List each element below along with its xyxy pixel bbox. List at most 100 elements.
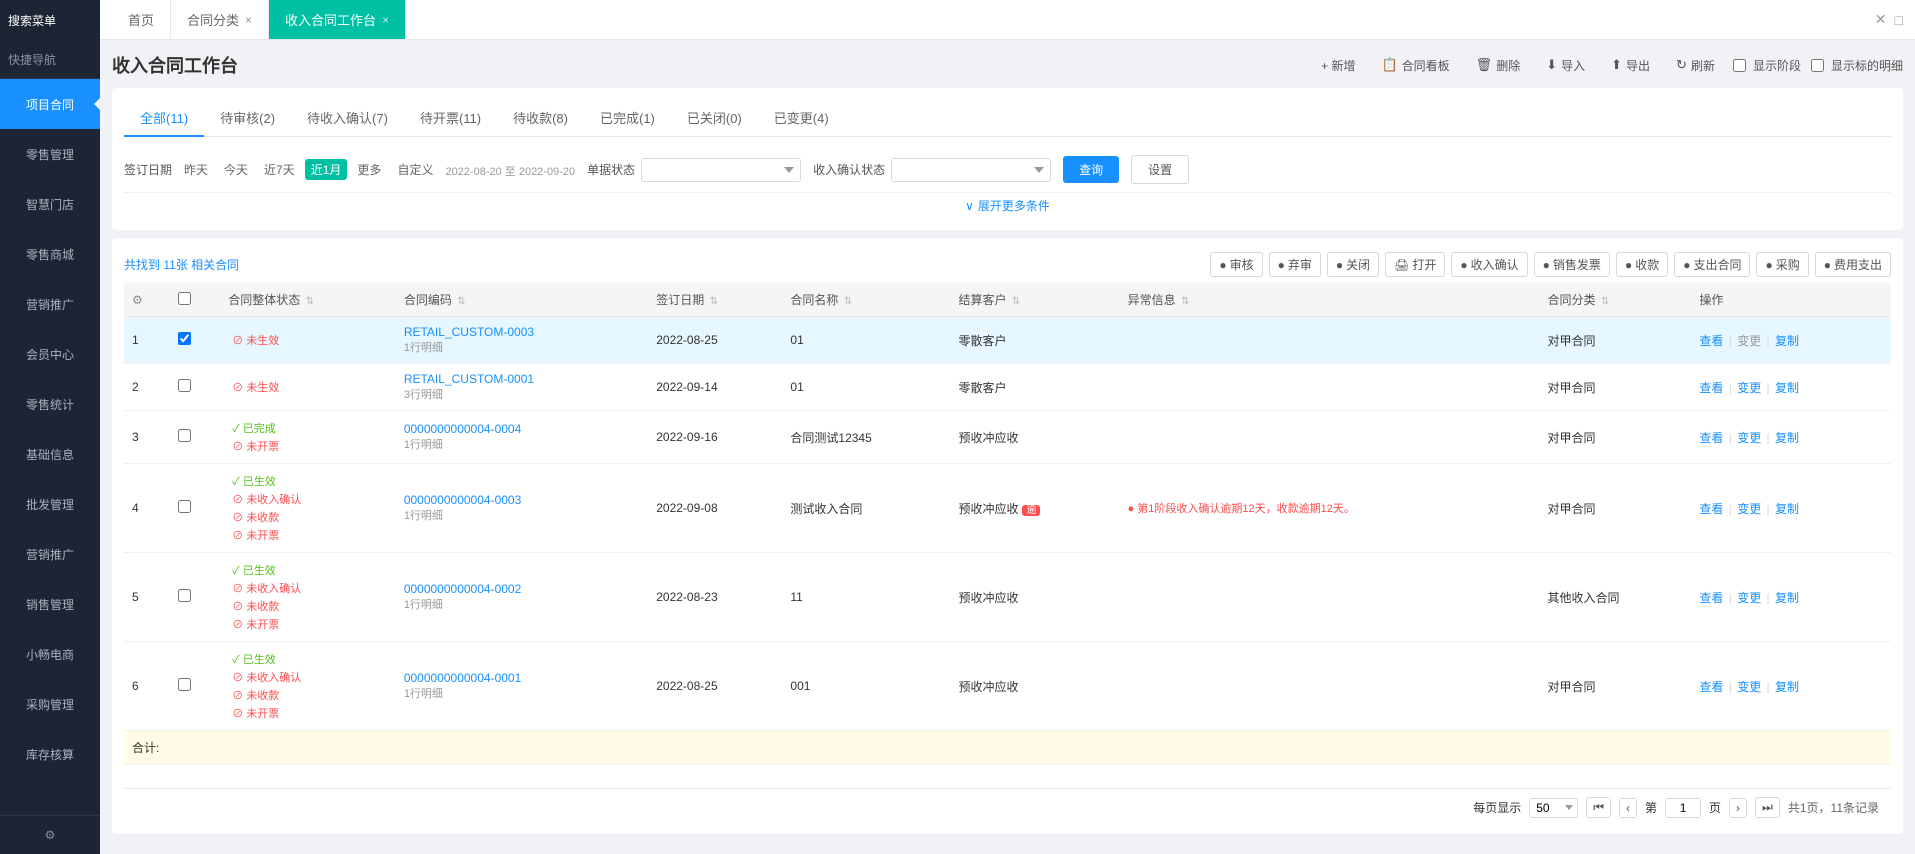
last-page-btn[interactable]: ⏭ — [1755, 797, 1780, 818]
row-checkbox[interactable] — [178, 500, 191, 513]
table-row[interactable]: 5✓ 已生效⊘ 未收入确认⊘ 未收款⊘ 未开票0000000000004-000… — [124, 553, 1891, 642]
op-变更[interactable]: 变更 — [1737, 680, 1761, 694]
op-查看[interactable]: 查看 — [1699, 381, 1723, 395]
tab-income-workbench[interactable]: 收入合同工作台 × — [269, 0, 406, 39]
table-row[interactable]: 2⊘ 未生效RETAIL_CUSTOM-00013行明细2022-09-1401… — [124, 364, 1891, 411]
contract-board-button[interactable]: 📋 合同看板 — [1373, 53, 1457, 78]
sidebar-item-retail[interactable]: 零售管理 — [0, 129, 100, 179]
action-btn-payment[interactable]: ●收款 — [1616, 252, 1668, 277]
row-checkbox[interactable] — [178, 332, 191, 345]
import-button[interactable]: ⬇ 导入 — [1538, 53, 1593, 78]
th-checkbox[interactable] — [170, 283, 220, 317]
action-btn-expense-contract[interactable]: ●支出合同 — [1674, 252, 1750, 277]
action-btn-abandon[interactable]: ●弃审 — [1269, 252, 1321, 277]
date-filter-custom[interactable]: 自定义 — [391, 159, 439, 180]
sidebar-item-ecommerce[interactable]: 小畅电商 — [0, 629, 100, 679]
action-btn-review[interactable]: ●审核 — [1210, 252, 1262, 277]
show-stage-checkbox[interactable] — [1733, 59, 1746, 72]
op-变更[interactable]: 变更 — [1737, 431, 1761, 445]
sidebar-item-smart-store[interactable]: 智慧门店 — [0, 179, 100, 229]
op-复制[interactable]: 复制 — [1775, 591, 1799, 605]
setting-button[interactable]: 设置 — [1131, 155, 1189, 184]
table-row[interactable]: 1⊘ 未生效RETAIL_CUSTOM-00031行明细2022-08-2501… — [124, 317, 1891, 364]
sidebar-item-inventory[interactable]: 库存核算 — [0, 729, 100, 779]
contract-code-link[interactable]: RETAIL_CUSTOM-0001 — [404, 372, 640, 386]
action-btn-sales-invoice[interactable]: ●销售发票 — [1534, 252, 1610, 277]
tab-home[interactable]: 首页 — [112, 0, 171, 39]
sidebar-item-project[interactable]: 项目合同 — [0, 79, 100, 129]
sidebar-quicknav[interactable]: 快捷导航 — [0, 41, 100, 79]
op-查看[interactable]: 查看 — [1699, 502, 1723, 516]
op-查看[interactable]: 查看 — [1699, 680, 1723, 694]
sidebar-item-basic[interactable]: 基础信息 — [0, 429, 100, 479]
row-checkbox[interactable] — [178, 589, 191, 602]
op-复制[interactable]: 复制 — [1775, 381, 1799, 395]
search-button[interactable]: 查询 — [1063, 156, 1119, 183]
row-checkbox[interactable] — [178, 379, 191, 392]
date-filter-last1month[interactable]: 近1月 — [305, 159, 348, 180]
first-page-btn[interactable]: ⏮ — [1586, 797, 1611, 818]
table-row[interactable]: 3✓ 已完成⊘ 未开票0000000000004-00041行明细2022-09… — [124, 411, 1891, 464]
sidebar-settings[interactable]: ⚙ — [0, 815, 100, 854]
prev-page-btn[interactable]: ‹ — [1619, 798, 1637, 818]
op-变更[interactable]: 变更 — [1737, 381, 1761, 395]
contract-code-link[interactable]: 0000000000004-0001 — [404, 671, 640, 685]
sidebar-item-purchase[interactable]: 采购管理 — [0, 679, 100, 729]
doc-status-select[interactable] — [641, 158, 801, 182]
filter-tab-pending-income-confirm[interactable]: 待收入确认(7) — [291, 100, 404, 137]
contract-code-link[interactable]: 0000000000004-0004 — [404, 422, 640, 436]
date-filter-last7days[interactable]: 近7天 — [258, 159, 301, 180]
op-变更[interactable]: 变更 — [1737, 334, 1761, 348]
action-btn-purchase[interactable]: ●采购 — [1756, 252, 1808, 277]
op-查看[interactable]: 查看 — [1699, 334, 1723, 348]
date-filter-yesterday[interactable]: 昨天 — [178, 159, 214, 180]
filter-tab-changed[interactable]: 已变更(4) — [758, 100, 845, 137]
sidebar-item-sales-mgmt[interactable]: 销售管理 — [0, 579, 100, 629]
op-查看[interactable]: 查看 — [1699, 431, 1723, 445]
op-复制[interactable]: 复制 — [1775, 502, 1799, 516]
op-复制[interactable]: 复制 — [1775, 680, 1799, 694]
row-checkbox[interactable] — [178, 678, 191, 691]
table-row[interactable]: 4✓ 已生效⊘ 未收入确认⊘ 未收款⊘ 未开票0000000000004-000… — [124, 464, 1891, 553]
window-minimize-btn[interactable]: □ — [1895, 12, 1903, 28]
th-settings[interactable]: ⚙ — [124, 283, 170, 317]
sidebar-item-retail-stats[interactable]: 零售统计 — [0, 379, 100, 429]
filter-tab-closed[interactable]: 已关闭(0) — [671, 100, 758, 137]
new-button[interactable]: + 新增 — [1313, 53, 1363, 78]
tab-close-contract-category[interactable]: × — [245, 13, 252, 27]
date-filter-more[interactable]: 更多 — [351, 159, 387, 180]
next-page-btn[interactable]: › — [1729, 798, 1747, 818]
filter-tab-completed[interactable]: 已完成(1) — [584, 100, 671, 137]
sidebar-item-sales-marketing[interactable]: 营销推广 — [0, 529, 100, 579]
filter-tab-pending-invoice[interactable]: 待开票(11) — [404, 100, 497, 137]
tab-close-income-workbench[interactable]: × — [382, 13, 389, 27]
op-复制[interactable]: 复制 — [1775, 431, 1799, 445]
filter-tab-pending-review[interactable]: 待审核(2) — [204, 100, 291, 137]
action-btn-print[interactable]: 🖨打开 — [1385, 252, 1445, 277]
sidebar-item-retail-mall[interactable]: 零售商城 — [0, 229, 100, 279]
select-all-checkbox[interactable] — [178, 292, 191, 305]
window-close-btn[interactable]: ✕ — [1875, 11, 1887, 28]
row-checkbox[interactable] — [178, 429, 191, 442]
contract-code-link[interactable]: RETAIL_CUSTOM-0003 — [404, 325, 640, 339]
contract-code-link[interactable]: 0000000000004-0003 — [404, 493, 640, 507]
sidebar-item-member[interactable]: 会员中心 — [0, 329, 100, 379]
action-btn-expense-out[interactable]: ●费用支出 — [1815, 252, 1891, 277]
export-button[interactable]: ⬆ 导出 — [1603, 53, 1658, 78]
delete-button[interactable]: 🗑 删除 — [1468, 53, 1529, 78]
sidebar-item-wholesale[interactable]: 批发管理 — [0, 479, 100, 529]
sidebar-item-marketing[interactable]: 营销推广 — [0, 279, 100, 329]
expand-conditions-btn[interactable]: ∨ 展开更多条件 — [965, 197, 1050, 214]
op-变更[interactable]: 变更 — [1737, 502, 1761, 516]
show-flag-checkbox[interactable] — [1811, 59, 1824, 72]
per-page-select[interactable]: 50 10 20 100 — [1529, 798, 1578, 818]
page-input[interactable] — [1665, 798, 1701, 818]
filter-tab-all[interactable]: 全部(11) — [124, 100, 204, 137]
date-filter-today[interactable]: 今天 — [218, 159, 254, 180]
sidebar-search[interactable]: 搜索菜单 — [0, 0, 100, 41]
action-btn-close[interactable]: ●关闭 — [1327, 252, 1379, 277]
op-查看[interactable]: 查看 — [1699, 591, 1723, 605]
op-复制[interactable]: 复制 — [1775, 334, 1799, 348]
table-row[interactable]: 6✓ 已生效⊘ 未收入确认⊘ 未收款⊘ 未开票0000000000004-000… — [124, 642, 1891, 731]
tab-contract-category[interactable]: 合同分类 × — [171, 0, 269, 39]
